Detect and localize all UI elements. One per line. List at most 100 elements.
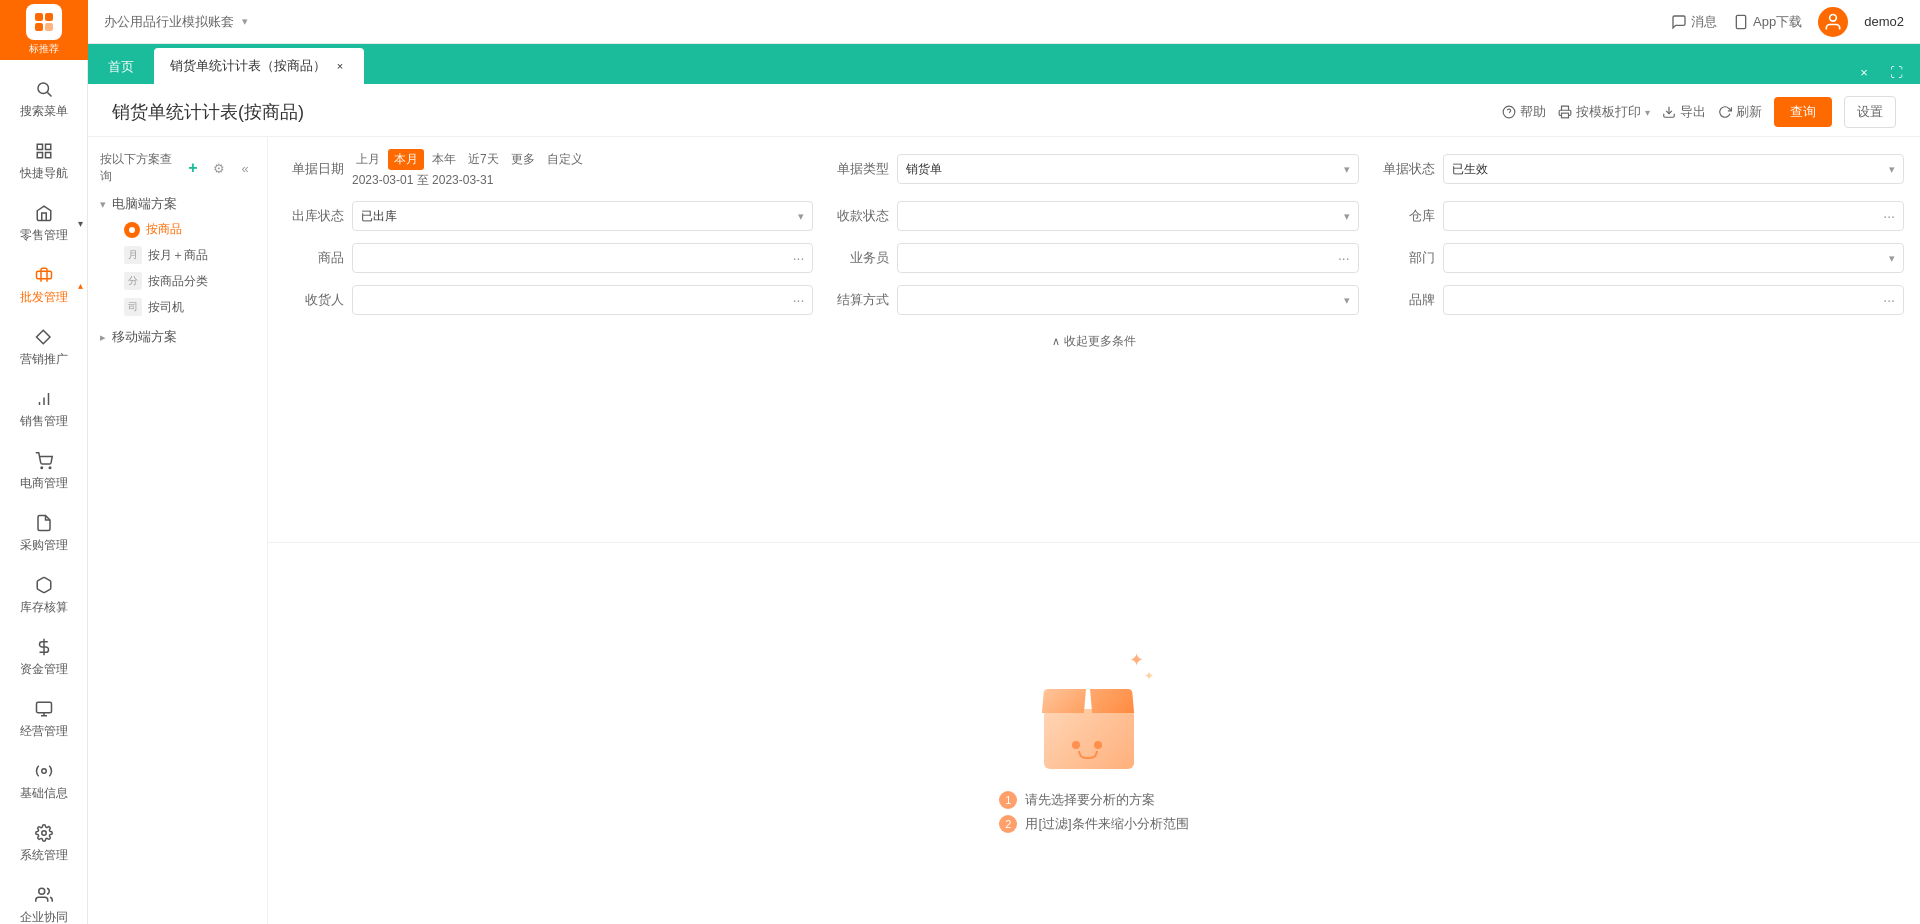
out-status-arrow: ▾ (798, 210, 804, 223)
department-control[interactable]: ▾ (1443, 243, 1904, 273)
date-tab-last-month[interactable]: 上月 (352, 149, 384, 170)
sidebar-item-wholesale[interactable]: 批发管理 ▴ (0, 254, 87, 316)
hint-text-1: 请先选择要分析的方案 (1025, 791, 1155, 809)
goods-dots: ··· (793, 250, 805, 266)
date-range-value: 2023-03-01 至 2023-03-31 (352, 172, 813, 189)
date-tab-more[interactable]: 更多 (507, 149, 539, 170)
print-dropdown-icon[interactable]: ▾ (1645, 107, 1650, 118)
industry-selector[interactable]: 办公用品行业模拟账套 (104, 13, 234, 31)
tree-item-by-month-goods[interactable]: 月 按月＋商品 (88, 242, 267, 268)
sidebar-item-collab[interactable]: 企业协同 (0, 874, 87, 924)
collapse-button[interactable]: ∧ 收起更多条件 (284, 327, 1904, 356)
filter-doc-type: 单据类型 销货单 ▾ (829, 149, 1358, 189)
inventory-icon (33, 574, 55, 596)
print-button[interactable]: 按模板打印 ▾ (1558, 103, 1650, 121)
doc-status-control[interactable]: 已生效 ▾ (1443, 154, 1904, 184)
consignee-control[interactable]: ··· (352, 285, 813, 315)
sidebar-item-label: 快捷导航 (20, 165, 68, 182)
tab-close-icon[interactable]: × (332, 58, 348, 74)
separator (268, 542, 1920, 543)
sidebar-menu: 搜索菜单 快捷导航 零售管理 ▾ 批发管理 ▴ (0, 60, 87, 924)
sidebar-item-label: 采购管理 (20, 537, 68, 554)
tree-item-by-category[interactable]: 分 按商品分类 (88, 268, 267, 294)
filter-row-1: 单据日期 上月 本月 本年 近7天 更多 自定义 20 (284, 149, 1904, 189)
filter-row-4: 收货人 ··· 结算方式 ▾ (284, 285, 1904, 315)
tab-home[interactable]: 首页 (92, 50, 150, 84)
industry-dropdown-icon[interactable]: ▾ (242, 15, 248, 28)
tree-item-by-driver[interactable]: 司 按司机 (88, 294, 267, 320)
filter-date: 单据日期 上月 本月 本年 近7天 更多 自定义 20 (284, 149, 813, 189)
eye-right (1094, 741, 1102, 749)
doc-type-arrow: ▾ (1344, 163, 1350, 176)
retail-icon (33, 202, 55, 224)
out-status-control[interactable]: 已出库 ▾ (352, 201, 813, 231)
left-panel: 按以下方案查询 + ⚙ « ▾ 电脑端方案 按商品 (88, 137, 268, 924)
svg-point-14 (41, 467, 43, 469)
collapse-label: 收起更多条件 (1064, 333, 1136, 350)
export-button[interactable]: 导出 (1662, 103, 1706, 121)
sidebar-item-system[interactable]: 系统管理 (0, 812, 87, 874)
username[interactable]: demo2 (1864, 14, 1904, 29)
app-download-button[interactable]: App下载 (1733, 13, 1802, 31)
sidebar-item-inventory[interactable]: 库存核算 (0, 564, 87, 626)
date-tab-7days[interactable]: 近7天 (464, 149, 503, 170)
sidebar-item-label: 销售管理 (20, 413, 68, 430)
add-scheme-icon[interactable]: + (183, 158, 203, 178)
sidebar-item-label: 批发管理 (20, 289, 68, 306)
settings-button[interactable]: 设置 (1844, 96, 1896, 128)
sidebar-item-ecommerce[interactable]: 电商管理 (0, 440, 87, 502)
empty-hints: 1 请先选择要分析的方案 2 用[过滤]条件来缩小分析范围 (999, 791, 1188, 833)
brand-label: 品牌 (1375, 291, 1435, 309)
sidebar-item-nav[interactable]: 快捷导航 (0, 130, 87, 192)
warehouse-control[interactable]: ··· (1443, 201, 1904, 231)
sidebar-item-sales[interactable]: 销售管理 (0, 378, 87, 440)
query-button[interactable]: 查询 (1774, 97, 1832, 127)
window-expand-btn[interactable]: ⛶ (1884, 60, 1908, 84)
collab-icon (33, 884, 55, 906)
brand-control[interactable]: ··· (1443, 285, 1904, 315)
sidebar-item-retail[interactable]: 零售管理 ▾ (0, 192, 87, 254)
goods-control[interactable]: ··· (352, 243, 813, 273)
settlement-control[interactable]: ▾ (897, 285, 1358, 315)
sidebar-item-label: 企业协同 (20, 909, 68, 924)
sidebar-item-marketing[interactable]: 营销推广 (0, 316, 87, 378)
date-tab-current-year[interactable]: 本年 (428, 149, 460, 170)
help-button[interactable]: 帮助 (1502, 103, 1546, 121)
date-tab-current-month[interactable]: 本月 (388, 149, 424, 170)
tab-sales-stats[interactable]: 销货单统计计表（按商品） × (154, 48, 364, 84)
sidebar-item-finance[interactable]: 资金管理 (0, 626, 87, 688)
tree-item-desktop[interactable]: ▾ 电脑端方案 (88, 191, 267, 217)
svg-point-4 (38, 83, 49, 94)
filter-collection-status: 收款状态 ▾ (829, 201, 1358, 231)
system-icon (33, 822, 55, 844)
tree-item-label: 按司机 (148, 299, 184, 316)
tree-item-mobile[interactable]: ▸ 移动端方案 (88, 324, 267, 350)
settlement-label: 结算方式 (829, 291, 889, 309)
refresh-button[interactable]: 刷新 (1718, 103, 1762, 121)
date-tab-custom[interactable]: 自定义 (543, 149, 587, 170)
collection-status-control[interactable]: ▾ (897, 201, 1358, 231)
user-avatar[interactable] (1818, 7, 1848, 37)
sidebar-item-purchase[interactable]: 采购管理 (0, 502, 87, 564)
item-icon: 分 (124, 272, 142, 290)
window-close-btn[interactable]: × (1852, 60, 1876, 84)
sidebar: 标推荐 搜索菜单 快捷导航 零售管理 ▾ (0, 0, 88, 924)
sidebar-item-basic[interactable]: 基础信息 (0, 750, 87, 812)
salesperson-control[interactable]: ··· (897, 243, 1358, 273)
purchase-icon (33, 512, 55, 534)
doc-type-control[interactable]: 销货单 ▾ (897, 154, 1358, 184)
settings-scheme-icon[interactable]: ⚙ (209, 158, 229, 178)
collection-status-arrow: ▾ (1344, 210, 1350, 223)
expand-icon: ▴ (78, 280, 83, 291)
salesperson-label: 业务员 (829, 249, 889, 267)
sidebar-item-search[interactable]: 搜索菜单 (0, 68, 87, 130)
sidebar-item-operation[interactable]: 经营管理 (0, 688, 87, 750)
filter-out-status: 出库状态 已出库 ▾ (284, 201, 813, 231)
app-label: App下载 (1753, 13, 1802, 31)
logo[interactable]: 标推荐 (0, 0, 88, 60)
message-button[interactable]: 消息 (1671, 13, 1717, 31)
topbar-left: 办公用品行业模拟账套 ▾ (104, 13, 248, 31)
tree-item-by-goods[interactable]: 按商品 (88, 217, 267, 242)
collapse-panel-icon[interactable]: « (235, 158, 255, 178)
body-layout: 按以下方案查询 + ⚙ « ▾ 电脑端方案 按商品 (88, 137, 1920, 924)
